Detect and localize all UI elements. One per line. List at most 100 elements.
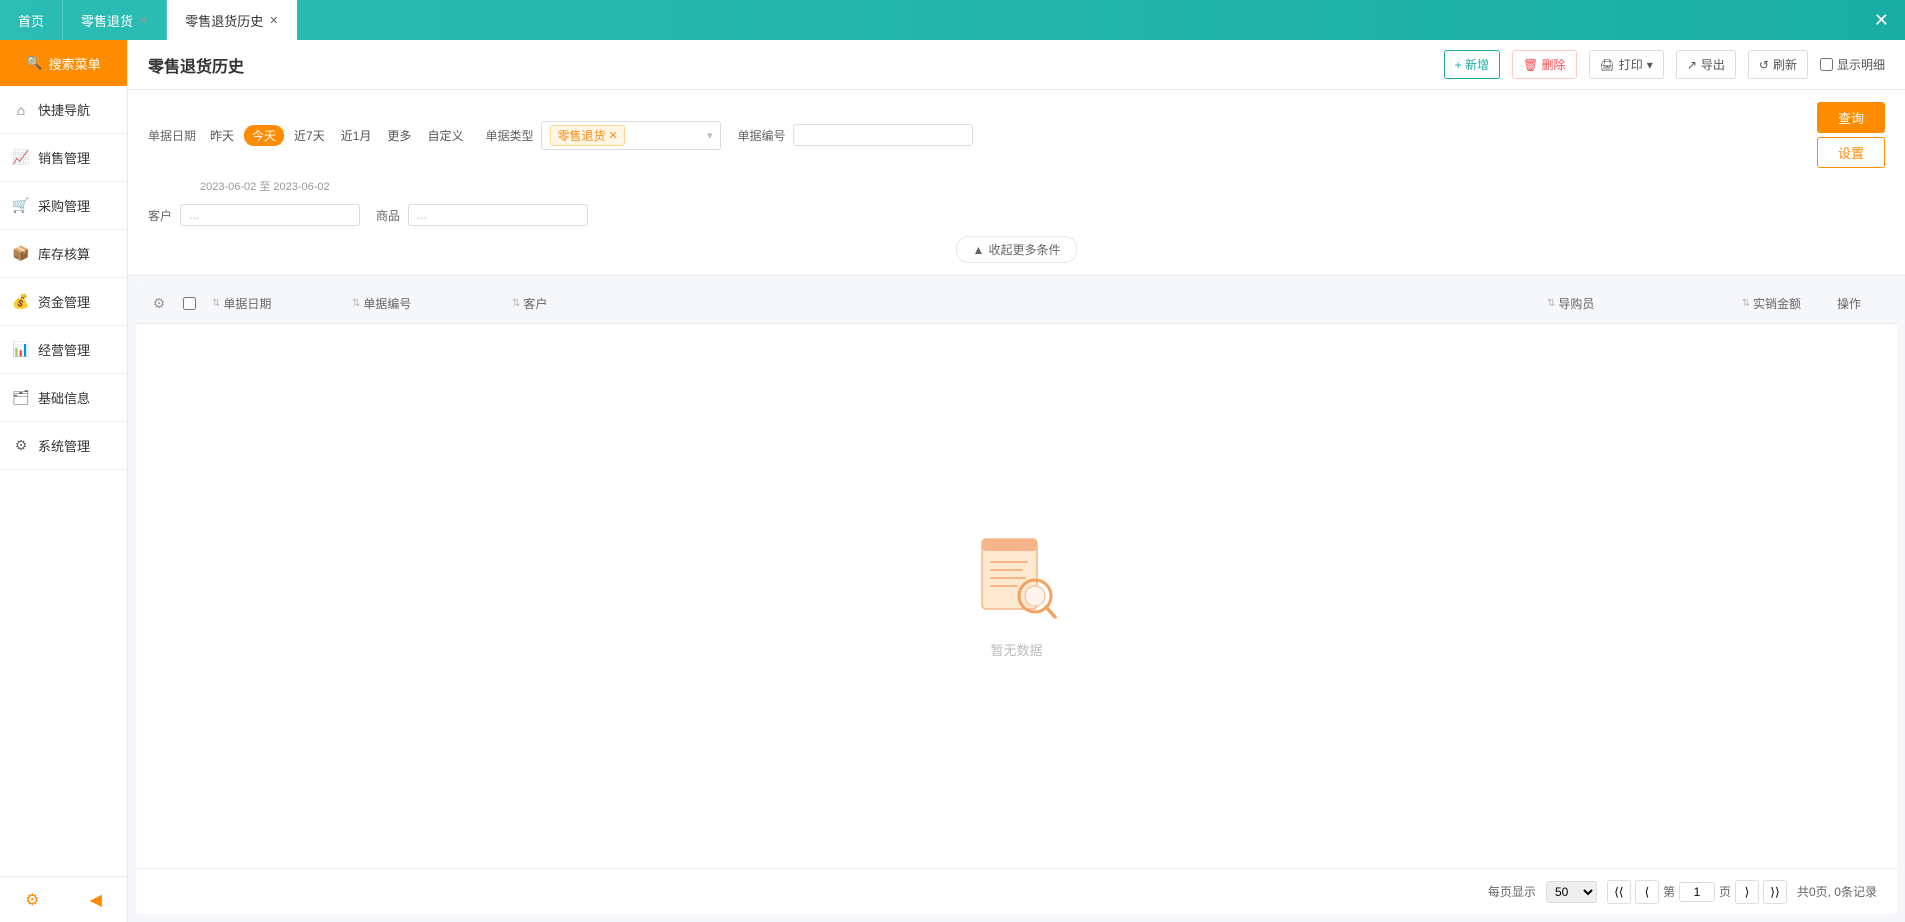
collapse-up-icon: ▲ — [973, 243, 985, 257]
date-btn-1month[interactable]: 近1月 — [335, 125, 378, 146]
col-customer-label: 客户 — [523, 295, 547, 312]
col-header-amount[interactable]: ⇅ 实销金额 — [1689, 295, 1809, 312]
col-date-label: 单据日期 — [223, 295, 271, 312]
first-page-button[interactable]: ⟨⟨ — [1607, 880, 1631, 904]
collapse-filter-label: 收起更多条件 — [988, 241, 1060, 258]
settings-icon[interactable]: ⚙ — [25, 890, 39, 910]
per-page-select[interactable]: 50 20 100 — [1546, 881, 1597, 903]
type-filter-label: 单据类型 — [485, 127, 533, 144]
filter-row-2: 客户 商品 — [148, 204, 1885, 226]
empty-text: 暂无数据 — [990, 640, 1042, 659]
date-filter-label: 单据日期 — [148, 127, 196, 144]
tab-retail-return-label: 零售退货 — [81, 11, 133, 30]
date-btn-7days[interactable]: 近7天 — [288, 125, 331, 146]
sidebar-item-sales-label: 销售管理 — [38, 148, 90, 167]
export-button[interactable]: ↗ 导出 — [1676, 50, 1736, 79]
sidebar-item-operations-label: 经营管理 — [38, 340, 90, 359]
table-settings-button[interactable]: ⚙ — [144, 289, 174, 319]
per-page-label: 每页显示 — [1488, 883, 1536, 900]
col-ops-label: 操作 — [1837, 295, 1861, 312]
page-input[interactable]: 1 — [1679, 882, 1715, 902]
empty-state: 暂无数据 — [136, 324, 1897, 868]
page-unit: 页 — [1719, 883, 1731, 900]
empty-icon — [967, 534, 1067, 624]
sidebar-item-basic-info[interactable]: 🗂 基础信息 — [0, 374, 127, 422]
operations-icon: 📊 — [12, 341, 30, 359]
docnum-filter-input[interactable] — [793, 124, 973, 146]
sidebar-bottom: ⚙ ◀ — [0, 876, 127, 922]
sidebar-item-inventory[interactable]: 📦 库存核算 — [0, 230, 127, 278]
sidebar-item-sales[interactable]: 📈 销售管理 — [0, 134, 127, 182]
table-select-all[interactable] — [174, 297, 204, 310]
date-btn-custom[interactable]: 自定义 — [421, 125, 469, 146]
sidebar-menu: ⌂ 快捷导航 📈 销售管理 🛒 采购管理 📦 库存核算 💰 资金管理 📊 — [0, 86, 127, 876]
add-button[interactable]: + 新增 — [1444, 50, 1500, 79]
col-header-customer[interactable]: ⇅ 客户 — [504, 295, 1539, 312]
filter-row-date-range: 2023-06-02 至 2023-06-02 — [148, 178, 1885, 194]
filter-customer-item: 客户 — [148, 204, 360, 226]
query-button[interactable]: 查询 — [1817, 102, 1885, 133]
col-header-num[interactable]: ⇅ 单据编号 — [344, 295, 504, 312]
type-tag-close[interactable]: ✕ — [608, 129, 617, 142]
sidebar-item-finance-label: 资金管理 — [38, 292, 90, 311]
type-tag-text: 零售退货 — [557, 127, 605, 144]
date-btn-yesterday[interactable]: 昨天 — [204, 125, 240, 146]
tab-retail-return[interactable]: 零售退货 ✕ — [63, 0, 167, 40]
show-detail-checkbox-label[interactable]: 显示明细 — [1820, 56, 1885, 73]
tab-retail-return-history-label: 零售退货历史 — [185, 11, 263, 30]
sales-icon: 📈 — [12, 149, 30, 167]
export-icon: ↗ — [1687, 58, 1697, 72]
tab-retail-return-history-close[interactable]: ✕ — [269, 14, 278, 27]
tab-home[interactable]: 首页 — [0, 0, 63, 40]
refresh-label: 刷新 — [1773, 56, 1797, 73]
setup-button[interactable]: 设置 — [1817, 137, 1885, 168]
show-detail-checkbox[interactable] — [1820, 58, 1833, 71]
goods-filter-input[interactable] — [408, 204, 588, 226]
type-filter-select[interactable]: 零售退货 ✕ ▾ — [541, 121, 721, 150]
sidebar-item-system[interactable]: ⚙ 系统管理 — [0, 422, 127, 470]
col-guide-sort-icon: ⇅ — [1547, 298, 1555, 309]
sidebar-search-label: 搜索菜单 — [49, 54, 101, 73]
pagination: 每页显示 50 20 100 ⟨⟨ ⟨ 第 1 页 ⟩ ⟩⟩ 共0页, 0条记录 — [136, 868, 1897, 914]
finance-icon: 💰 — [12, 293, 30, 311]
print-button[interactable]: 🖨 打印 ▾ — [1589, 50, 1664, 79]
col-header-date[interactable]: ⇅ 单据日期 — [204, 295, 344, 312]
tab-bar: 首页 零售退货 ✕ 零售退货历史 ✕ — [0, 0, 1858, 40]
export-label: 导出 — [1701, 56, 1725, 73]
purchase-icon: 🛒 — [12, 197, 30, 215]
table-area: ⚙ ⇅ 单据日期 ⇅ 单据编号 ⇅ 客户 ⇅ 导购员 — [136, 284, 1897, 914]
filter-docnum-item: 单据编号 — [737, 124, 973, 146]
search-icon: 🔍 — [26, 55, 42, 71]
col-header-guide[interactable]: ⇅ 导购员 — [1539, 295, 1689, 312]
col-num-sort-icon: ⇅ — [352, 298, 360, 309]
window-close-button[interactable]: ✕ — [1858, 10, 1905, 31]
table-header: ⚙ ⇅ 单据日期 ⇅ 单据编号 ⇅ 客户 ⇅ 导购员 — [136, 284, 1897, 324]
col-customer-sort-icon: ⇅ — [512, 298, 520, 309]
refresh-button[interactable]: ↺ 刷新 — [1748, 50, 1808, 79]
delete-button[interactable]: 🗑 删除 — [1512, 50, 1577, 79]
next-page-button[interactable]: ⟩ — [1735, 880, 1759, 904]
sidebar-item-quick-nav[interactable]: ⌂ 快捷导航 — [0, 86, 127, 134]
col-date-sort-icon: ⇅ — [212, 298, 220, 309]
query-setup-group: 查询 设置 — [1817, 102, 1885, 168]
sidebar-item-purchase[interactable]: 🛒 采购管理 — [0, 182, 127, 230]
collapse-filter-button[interactable]: ▲ 收起更多条件 — [956, 236, 1078, 263]
main-layout: 🔍 搜索菜单 ⌂ 快捷导航 📈 销售管理 🛒 采购管理 📦 库存核算 💰 — [0, 40, 1905, 922]
last-page-button[interactable]: ⟩⟩ — [1763, 880, 1787, 904]
collapse-sidebar-icon[interactable]: ◀ — [90, 890, 102, 910]
date-btn-more[interactable]: 更多 — [381, 125, 417, 146]
filter-date-item: 单据日期 昨天 今天 近7天 近1月 更多 自定义 — [148, 125, 469, 146]
sidebar-search-button[interactable]: 🔍 搜索菜单 — [0, 40, 127, 86]
tab-retail-return-close[interactable]: ✕ — [139, 14, 148, 27]
customer-filter-input[interactable] — [180, 204, 360, 226]
col-num-label: 单据编号 — [363, 295, 411, 312]
date-btn-today[interactable]: 今天 — [244, 125, 284, 146]
sidebar-item-operations[interactable]: 📊 经营管理 — [0, 326, 127, 374]
sidebar: 🔍 搜索菜单 ⌂ 快捷导航 📈 销售管理 🛒 采购管理 📦 库存核算 💰 — [0, 40, 128, 922]
sidebar-item-finance[interactable]: 💰 资金管理 — [0, 278, 127, 326]
tab-retail-return-history[interactable]: 零售退货历史 ✕ — [167, 0, 297, 40]
select-all-checkbox[interactable] — [183, 297, 196, 310]
inventory-icon: 📦 — [12, 245, 30, 263]
prev-page-button[interactable]: ⟨ — [1635, 880, 1659, 904]
print-dropdown-icon: ▾ — [1647, 58, 1653, 72]
